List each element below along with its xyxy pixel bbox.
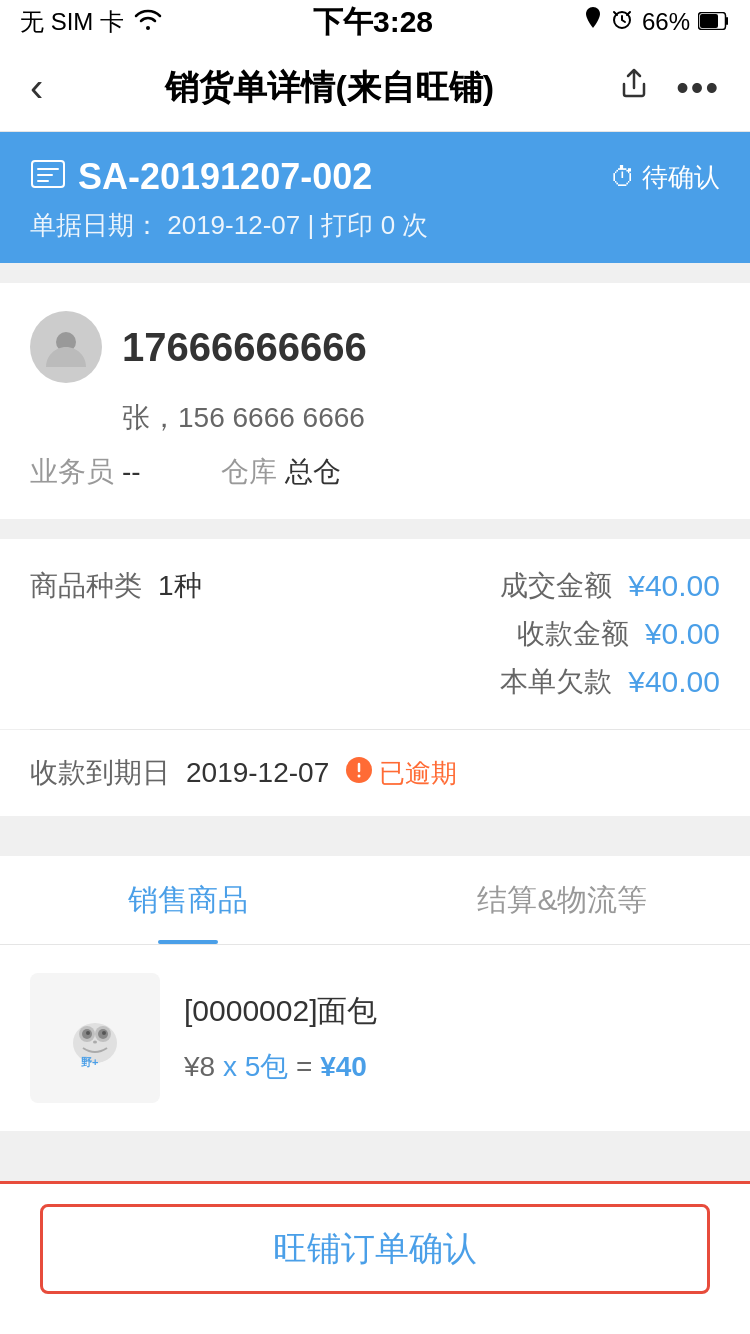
svg-point-13 xyxy=(102,1031,106,1035)
sales-info: 业务员 -- xyxy=(30,453,141,491)
status-bar-time: 下午3:28 xyxy=(313,2,433,43)
customer-name: 张，156 6666 6666 xyxy=(122,399,720,437)
received-value: ¥0.00 xyxy=(645,617,720,651)
location-icon xyxy=(584,7,602,37)
product-total: ¥40 xyxy=(320,1051,367,1082)
svg-point-14 xyxy=(93,1041,97,1044)
warehouse-label: 仓库 xyxy=(221,453,277,491)
product-item: 野+ [0000002]面包 ¥8 x 5包 = ¥40 xyxy=(0,945,750,1131)
stats-left: 商品种类 1种 xyxy=(30,567,202,605)
alarm-icon xyxy=(610,7,634,37)
received-item: 收款金额 ¥0.00 xyxy=(517,615,720,653)
svg-rect-2 xyxy=(700,14,718,28)
overdue-badge: 已逾期 xyxy=(345,756,457,791)
due-row: 收款到期日 2019-12-07 已逾期 xyxy=(30,754,720,792)
back-button[interactable]: ‹ xyxy=(30,65,43,110)
stats-right: 成交金额 ¥40.00 收款金额 ¥0.00 本单欠款 ¥40.00 xyxy=(500,567,720,701)
battery-icon xyxy=(698,8,730,36)
received-label: 收款金额 xyxy=(517,615,629,653)
order-banner: SA-20191207-002 ⏱ 待确认 单据日期： 2019-12-07 |… xyxy=(0,132,750,263)
product-unit-price: ¥8 xyxy=(184,1051,215,1082)
nav-bar: ‹ 销货单详情(来自旺铺) ••• xyxy=(0,44,750,132)
customer-phone: 17666666666 xyxy=(122,325,367,370)
product-name: [0000002]面包 xyxy=(184,991,720,1032)
order-id: SA-20191207-002 xyxy=(30,156,372,198)
tabs-container: 销售商品 结算&物流等 xyxy=(0,856,750,945)
divider-1 xyxy=(0,519,750,539)
customer-meta: 业务员 -- 仓库 总仓 xyxy=(30,453,720,491)
confirm-btn-container: 旺铺订单确认 xyxy=(0,1181,750,1334)
order-id-icon xyxy=(30,156,66,198)
product-section: 野+ [0000002]面包 ¥8 x 5包 = ¥40 xyxy=(0,945,750,1131)
product-price: ¥8 x 5包 = ¥40 xyxy=(184,1048,720,1086)
product-qty-value: 5包 xyxy=(245,1051,289,1082)
tab-products[interactable]: 销售商品 xyxy=(0,856,375,944)
overdue-text: 已逾期 xyxy=(379,756,457,791)
stats-row: 商品种类 1种 成交金额 ¥40.00 收款金额 ¥0.00 本单欠款 ¥40.… xyxy=(30,567,720,701)
sales-label: 业务员 xyxy=(30,453,114,491)
transaction-value: ¥40.00 xyxy=(628,569,720,603)
product-qty: x xyxy=(223,1051,245,1082)
status-clock-icon: ⏱ xyxy=(610,162,636,193)
svg-point-12 xyxy=(86,1031,90,1035)
divider-2 xyxy=(0,816,750,836)
customer-top: 17666666666 xyxy=(30,311,720,383)
due-label: 收款到期日 xyxy=(30,754,170,792)
page-title: 销货单详情(来自旺铺) xyxy=(165,65,494,111)
customer-section: 17666666666 张，156 6666 6666 业务员 -- 仓库 总仓 xyxy=(0,283,750,519)
owed-label: 本单欠款 xyxy=(500,663,612,701)
transaction-item: 成交金额 ¥40.00 xyxy=(500,567,720,605)
share-icon[interactable] xyxy=(616,66,652,110)
product-equals: = xyxy=(296,1051,320,1082)
wifi-icon xyxy=(134,8,162,36)
product-info: [0000002]面包 ¥8 x 5包 = ¥40 xyxy=(184,991,720,1086)
nav-icons: ••• xyxy=(616,66,720,110)
tab-products-label: 销售商品 xyxy=(128,880,248,921)
stats-section: 商品种类 1种 成交金额 ¥40.00 收款金额 ¥0.00 本单欠款 ¥40.… xyxy=(0,539,750,729)
confirm-button-label: 旺铺订单确认 xyxy=(273,1226,477,1272)
product-thumbnail: 野+ xyxy=(30,973,160,1103)
svg-text:野+: 野+ xyxy=(81,1056,98,1068)
due-section: 收款到期日 2019-12-07 已逾期 xyxy=(0,730,750,816)
more-button[interactable]: ••• xyxy=(676,67,720,109)
product-type-label: 商品种类 xyxy=(30,567,142,605)
product-type-value: 1种 xyxy=(158,567,202,605)
confirm-button[interactable]: 旺铺订单确认 xyxy=(40,1204,710,1294)
owed-item: 本单欠款 ¥40.00 xyxy=(500,663,720,701)
battery-text: 66% xyxy=(642,8,690,36)
avatar xyxy=(30,311,102,383)
owed-value: ¥40.00 xyxy=(628,665,720,699)
status-bar-left: 无 SIM 卡 xyxy=(20,6,162,38)
svg-point-6 xyxy=(358,774,361,777)
tab-settlement[interactable]: 结算&物流等 xyxy=(375,856,750,944)
warehouse-value: 总仓 xyxy=(285,453,341,491)
overdue-icon xyxy=(345,756,373,791)
tab-active-indicator xyxy=(158,940,218,944)
warehouse-info: 仓库 总仓 xyxy=(221,453,341,491)
no-sim-text: 无 SIM 卡 xyxy=(20,6,124,38)
sales-value: -- xyxy=(122,456,141,488)
status-bar-right: 66% xyxy=(584,7,730,37)
transaction-label: 成交金额 xyxy=(500,567,612,605)
status-bar: 无 SIM 卡 下午3:28 66% xyxy=(0,0,750,44)
order-banner-top: SA-20191207-002 ⏱ 待确认 xyxy=(30,156,720,198)
order-status: ⏱ 待确认 xyxy=(610,160,720,195)
order-date: 单据日期： 2019-12-07 | 打印 0 次 xyxy=(30,208,720,243)
tab-settlement-label: 结算&物流等 xyxy=(477,880,647,921)
due-date-value: 2019-12-07 xyxy=(186,757,329,789)
